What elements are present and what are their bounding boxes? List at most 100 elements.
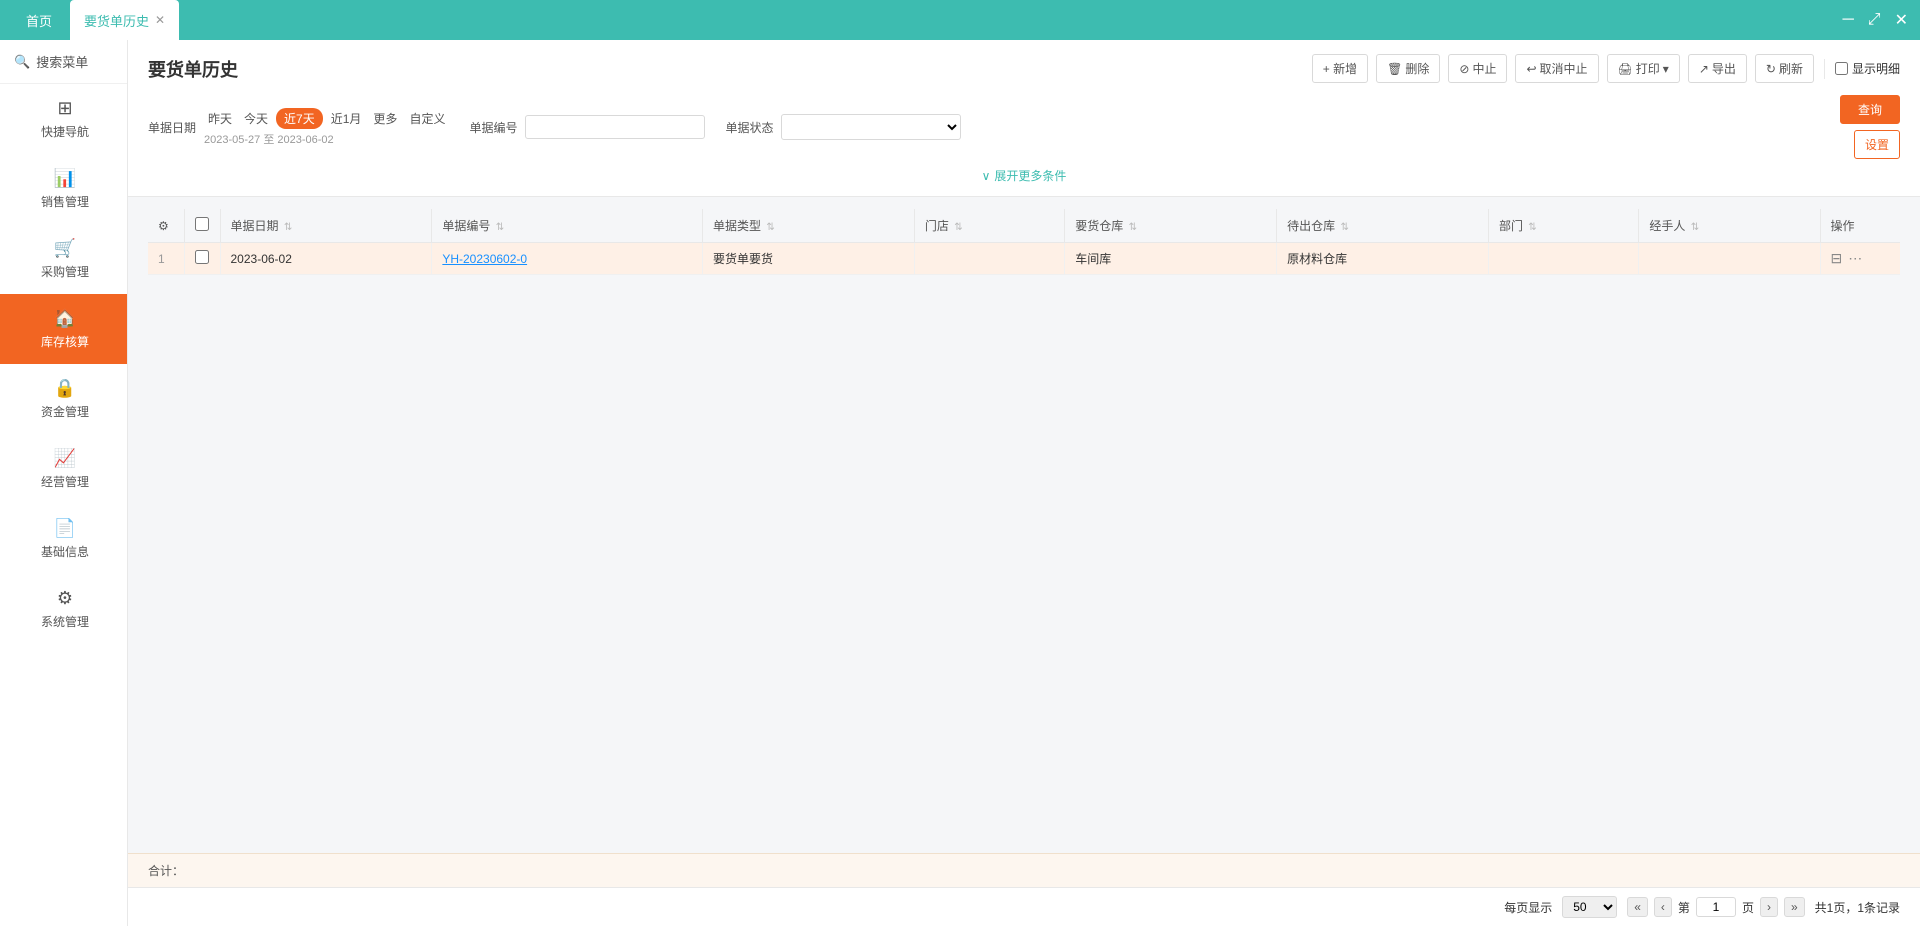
sidebar-item-quick-nav[interactable]: ⊞ 快捷导航 [0, 84, 127, 154]
col-doc-no[interactable]: 单据编号 ⇅ [432, 209, 703, 243]
row-checkbox-cell [184, 243, 220, 275]
date-btn-more[interactable]: 更多 [369, 108, 401, 129]
doc-status-label: 单据状态 [725, 119, 773, 136]
row-pending-warehouse-cell: 原材料仓库 [1277, 243, 1489, 275]
toolbar-divider [1824, 59, 1825, 79]
window-close-icon[interactable]: ✕ [1895, 10, 1908, 30]
date-shortcuts: 昨天 今天 近7天 近1月 更多 自定义 [204, 108, 449, 129]
finance-icon: 🔒 [54, 378, 76, 399]
table-row: 1 2023-06-02 YH-20230602-0 要货单要货 车间库 原材料… [148, 243, 1900, 275]
table-area: ⚙ 单据日期 ⇅ 单据编号 ⇅ [128, 197, 1920, 853]
tab-requisition-history[interactable]: 要货单历史 ✕ [70, 0, 179, 40]
pagination-area: 每页显示 50 20 100 200 « ‹ 第 页 › » 共1页，1条记录 [128, 887, 1920, 926]
next-page-button[interactable]: › [1760, 897, 1778, 917]
page-title: 要货单历史 [148, 56, 238, 82]
filter-action-buttons: 查询 设置 [1840, 95, 1900, 159]
stop-button[interactable]: ⊘ 中止 [1448, 54, 1507, 83]
content-area: 要货单历史 + 新增 🗑 删除 ⊘ 中止 ↩ 取消中止 [128, 40, 1920, 926]
main-layout: 🔍 搜索菜单 ⊞ 快捷导航 📊 销售管理 🛒 采购管理 🏠 库存核算 🔒 资金管… [0, 40, 1920, 926]
row-store-cell [914, 243, 1064, 275]
col-ops: 操作 [1820, 209, 1900, 243]
sidebar-item-sales-mgmt[interactable]: 📊 销售管理 [0, 154, 127, 224]
export-button[interactable]: ↗ 导出 [1688, 54, 1747, 83]
query-button[interactable]: 查询 [1840, 95, 1900, 124]
cancel-stop-icon: ↩ [1526, 62, 1536, 76]
row-checkbox[interactable] [195, 250, 209, 264]
sidebar-item-operation-mgmt[interactable]: 📈 经营管理 [0, 434, 127, 504]
doc-no-input[interactable] [525, 115, 705, 139]
sidebar-item-system-mgmt[interactable]: ⚙ 系统管理 [0, 574, 127, 644]
refresh-icon: ↻ [1766, 62, 1776, 76]
table-header-row: ⚙ 单据日期 ⇅ 单据编号 ⇅ [148, 209, 1900, 243]
go-page-label: 第 [1678, 899, 1690, 916]
page-label: 页 [1742, 899, 1754, 916]
col-checkbox [184, 209, 220, 243]
doc-status-select[interactable] [781, 114, 961, 140]
quick-nav-icon: ⊞ [57, 98, 72, 119]
page-number-input[interactable] [1696, 897, 1736, 917]
select-all-checkbox[interactable] [195, 217, 209, 231]
sidebar-item-finance-mgmt[interactable]: 🔒 资金管理 [0, 364, 127, 434]
show-detail-checkbox[interactable] [1835, 62, 1848, 75]
col-pending-warehouse[interactable]: 待出仓库 ⇅ [1277, 209, 1489, 243]
date-btn-today[interactable]: 今天 [240, 108, 272, 129]
row-doc-no-cell[interactable]: YH-20230602-0 [432, 243, 703, 275]
sidebar-item-purchase-mgmt[interactable]: 🛒 采购管理 [0, 224, 127, 294]
first-page-button[interactable]: « [1627, 897, 1648, 917]
row-num-cell: 1 [148, 243, 184, 275]
row-view-icon[interactable]: ⊟ [1831, 250, 1843, 267]
window-maximize-icon[interactable]: ⤢ [1868, 11, 1881, 29]
cancel-stop-button[interactable]: ↩ 取消中止 [1515, 54, 1598, 83]
sort-icon-store: ⇅ [954, 222, 962, 233]
row-doc-date-cell: 2023-06-02 [220, 243, 432, 275]
data-table: ⚙ 单据日期 ⇅ 单据编号 ⇅ [148, 209, 1900, 275]
sidebar-item-basic-info[interactable]: 📄 基础信息 [0, 504, 127, 574]
col-req-warehouse[interactable]: 要货仓库 ⇅ [1065, 209, 1277, 243]
new-button[interactable]: + 新增 [1312, 54, 1368, 83]
print-button[interactable]: 🖨 打印 ▾ [1607, 54, 1680, 83]
date-btn-1month[interactable]: 近1月 [327, 108, 366, 129]
date-btn-custom[interactable]: 自定义 [405, 108, 449, 129]
date-btn-7days[interactable]: 近7天 [276, 108, 323, 129]
col-doc-date[interactable]: 单据日期 ⇅ [220, 209, 432, 243]
print-icon: 🖨 [1618, 62, 1633, 76]
row-doc-type-cell: 要货单要货 [703, 243, 915, 275]
expand-more-button[interactable]: ∨ 展开更多条件 [148, 167, 1900, 184]
sidebar-item-inventory[interactable]: 🏠 库存核算 [0, 294, 127, 364]
sidebar: 🔍 搜索菜单 ⊞ 快捷导航 📊 销售管理 🛒 采购管理 🏠 库存核算 🔒 资金管… [0, 40, 128, 926]
col-department[interactable]: 部门 ⇅ [1488, 209, 1638, 243]
expand-icon: ∨ [982, 169, 991, 183]
prev-page-button[interactable]: ‹ [1654, 897, 1672, 917]
row-ops-cell: ⊟ ⋯ [1820, 243, 1900, 275]
search-menu[interactable]: 🔍 搜索菜单 [0, 40, 127, 84]
col-handler[interactable]: 经手人 ⇅ [1639, 209, 1820, 243]
settings-icon: ⚙ [158, 219, 169, 233]
doc-date-label: 单据日期 [148, 119, 196, 136]
page-size-select[interactable]: 50 20 100 200 [1562, 896, 1617, 918]
filter-doc-status: 单据状态 [725, 114, 961, 140]
tab-home[interactable]: 首页 [12, 0, 66, 40]
col-settings[interactable]: ⚙ [148, 209, 184, 243]
window-minimize-icon[interactable]: ─ [1842, 11, 1853, 29]
settings-button[interactable]: 设置 [1854, 130, 1900, 159]
sales-icon: 📊 [54, 168, 76, 189]
total-info: 共1页，1条记录 [1815, 899, 1900, 916]
refresh-button[interactable]: ↻ 刷新 [1755, 54, 1814, 83]
last-page-button[interactable]: » [1784, 897, 1805, 917]
sort-icon-doc-date: ⇅ [284, 222, 292, 233]
summary-label: 合计： [148, 864, 184, 878]
filter-area: 单据日期 昨天 今天 近7天 近1月 更多 自定义 2023-05-27 至 2… [148, 95, 1900, 196]
delete-icon: 🗑 [1387, 62, 1402, 76]
delete-button[interactable]: 🗑 删除 [1376, 54, 1440, 83]
col-doc-type[interactable]: 单据类型 ⇅ [703, 209, 915, 243]
print-dropdown-icon: ▾ [1663, 62, 1669, 76]
show-detail-toggle[interactable]: 显示明细 [1835, 60, 1900, 77]
col-store[interactable]: 门店 ⇅ [914, 209, 1064, 243]
tab-close-icon[interactable]: ✕ [155, 13, 165, 27]
inventory-icon: 🏠 [54, 308, 76, 329]
toolbar: + 新增 🗑 删除 ⊘ 中止 ↩ 取消中止 🖨 打 [1312, 54, 1900, 83]
date-btn-yesterday[interactable]: 昨天 [204, 108, 236, 129]
search-icon: 🔍 [14, 54, 30, 70]
row-more-icon[interactable]: ⋯ [1848, 250, 1862, 267]
row-department-cell [1488, 243, 1638, 275]
